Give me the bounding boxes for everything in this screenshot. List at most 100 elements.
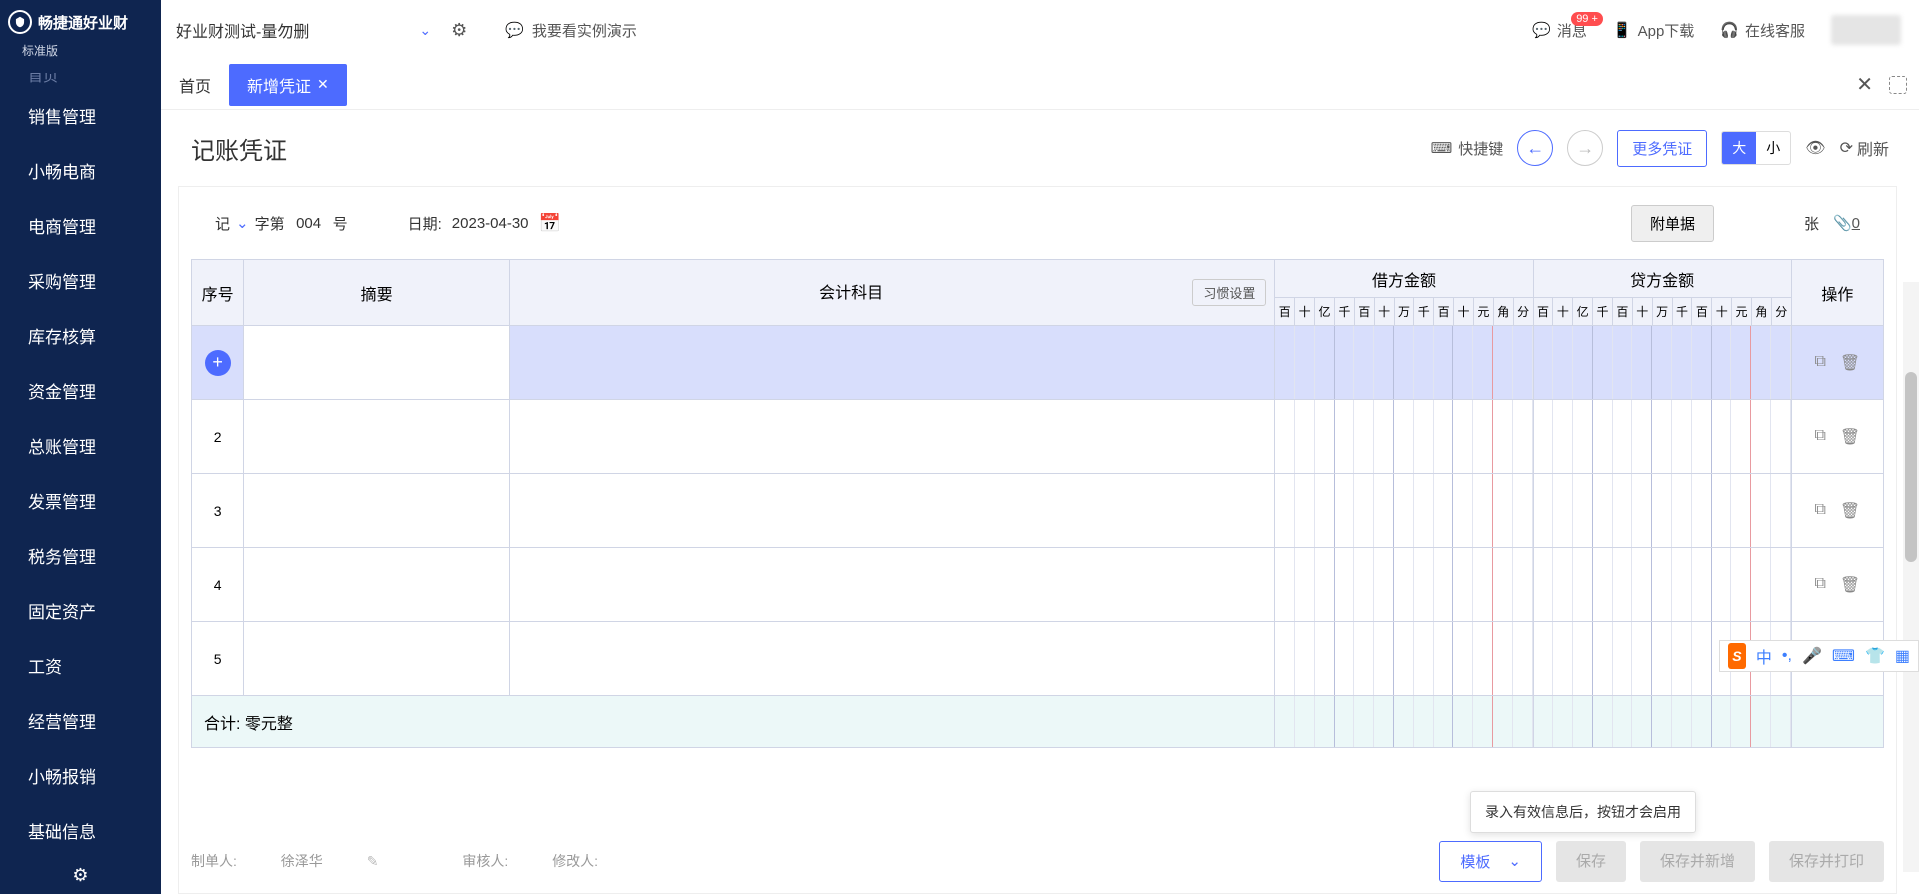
sidebar: 畅捷通好业财 标准版 首页 销售管理 小畅电商 电商管理 采购管理 库存核算 资… [0, 0, 161, 894]
phone-icon: 📱 [1613, 21, 1632, 39]
add-row-icon[interactable]: + [205, 350, 231, 376]
nav-item-base[interactable]: 基础信息 [0, 803, 161, 858]
chat-icon: 💬 [1532, 21, 1551, 39]
sidebar-settings-icon[interactable]: ⚙ [0, 865, 161, 886]
chevron-down-icon: ⌄ [419, 22, 431, 39]
table-row[interactable]: + ⧉ 🗑 [192, 326, 1884, 400]
avatar[interactable] [1831, 15, 1901, 45]
ime-toolbar[interactable]: S 中 •, 🎤 ⌨ 👕 ▦ [1719, 640, 1919, 672]
tab-home[interactable]: 首页 [161, 64, 229, 106]
copy-icon[interactable]: ⧉ [1814, 427, 1825, 447]
tab-new-voucher[interactable]: 新增凭证 ✕ [229, 64, 347, 106]
size-large[interactable]: 大 [1722, 132, 1756, 164]
refresh-button[interactable]: ⟳ 刷新 [1840, 136, 1889, 160]
th-ops: 操作 [1791, 260, 1883, 326]
voucher-table: 序号 摘要 会计科目 习惯设置 借方金额 贷方金额 操作 百十亿千百十万千百十元… [191, 259, 1884, 748]
tenant-select[interactable]: 好业财测试-量勿删 ⌄ [176, 18, 431, 42]
delete-icon[interactable]: 🗑 [1840, 353, 1860, 373]
modifier: 修改人: [552, 853, 598, 869]
nav-item-funds[interactable]: 资金管理 [0, 363, 161, 418]
eye-icon[interactable]: 👁 [1805, 138, 1825, 158]
habit-button[interactable]: 习惯设置 [1192, 279, 1266, 306]
more-voucher-button[interactable]: 更多凭证 [1617, 130, 1707, 167]
calendar-icon[interactable]: 📅 [539, 213, 561, 234]
close-panel-icon[interactable]: ✕ [1856, 72, 1873, 97]
date-field[interactable]: 日期: 2023-04-30 📅 [408, 213, 561, 234]
ime-keyboard-icon[interactable]: ⌨ [1832, 646, 1855, 666]
nav-item-mgmt[interactable]: 经营管理 [0, 693, 161, 748]
shortcut-button[interactable]: ⌨ 快捷键 [1431, 138, 1504, 159]
content-panel: 记 ⌄ 字第 号 日期: 2023-04-30 📅 附单据 张 📎0 序号 摘要… [178, 186, 1897, 894]
ime-lang[interactable]: 中 [1756, 644, 1772, 668]
ime-skin-icon[interactable]: 👕 [1865, 646, 1885, 666]
delete-icon[interactable]: 🗑 [1840, 427, 1860, 447]
nav-item-purchase[interactable]: 采购管理 [0, 253, 161, 308]
size-small[interactable]: 小 [1756, 132, 1790, 164]
nav-item-ecom[interactable]: 电商管理 [0, 198, 161, 253]
copy-icon[interactable]: ⧉ [1814, 575, 1825, 595]
th-debit: 借方金额 [1275, 260, 1533, 298]
messages-button[interactable]: 💬 消息 99 + [1532, 20, 1587, 41]
copy-icon[interactable]: ⧉ [1814, 501, 1825, 521]
ime-mic-icon[interactable]: 🎤 [1802, 646, 1822, 666]
total-debit [1275, 696, 1533, 748]
voucher-number-input[interactable] [285, 215, 333, 232]
nav-item-tax[interactable]: 税务管理 [0, 528, 161, 583]
nav-item-inventory[interactable]: 库存核算 [0, 308, 161, 363]
settings-icon[interactable]: ⚙ [451, 20, 467, 41]
nav-item-clipped[interactable]: 首页 [0, 73, 161, 88]
table-row[interactable]: 5⧉🗑 [192, 622, 1884, 696]
th-idx: 序号 [192, 260, 244, 326]
chevron-down-icon[interactable]: ⌄ [236, 214, 249, 232]
tenant-name: 好业财测试-量勿删 [176, 18, 309, 42]
topbar-right: 💬 消息 99 + 📱 App下载 🎧 在线客服 [1532, 0, 1901, 60]
close-icon[interactable]: ✕ [317, 76, 329, 93]
delete-icon[interactable]: 🗑 [1840, 575, 1860, 595]
nav-item-gl[interactable]: 总账管理 [0, 418, 161, 473]
subject-cell[interactable] [509, 400, 1274, 474]
ime-grid-icon[interactable]: ▦ [1895, 646, 1910, 666]
refresh-icon: ⟳ [1840, 138, 1853, 158]
ime-punct-icon[interactable]: •, [1782, 647, 1792, 665]
summary-input[interactable] [250, 333, 503, 389]
th-subject: 会计科目 习惯设置 [509, 260, 1274, 326]
fullscreen-icon[interactable] [1889, 76, 1907, 94]
scroll-thumb[interactable] [1905, 372, 1917, 562]
attach-button[interactable]: 附单据 [1631, 205, 1714, 242]
v-type[interactable]: 记 [215, 213, 230, 234]
page-title: 记账凭证 [191, 131, 287, 166]
table-row[interactable]: 3⧉🗑 [192, 474, 1884, 548]
customer-service[interactable]: 🎧 在线客服 [1720, 20, 1805, 41]
nav-item-sales[interactable]: 销售管理 [0, 88, 161, 143]
table-row[interactable]: 4⧉🗑 [192, 548, 1884, 622]
subject-cell[interactable] [509, 474, 1274, 548]
table-row[interactable]: 2⧉🗑 [192, 400, 1884, 474]
clip-icon[interactable]: 📎0 [1833, 214, 1860, 232]
v-hao: 号 [333, 213, 348, 234]
nav-item-asset[interactable]: 固定资产 [0, 583, 161, 638]
subject-cell[interactable] [509, 548, 1274, 622]
save-print-button: 保存并打印 [1769, 841, 1884, 882]
brand-name: 畅捷通好业财 [38, 12, 128, 33]
edit-icon[interactable]: ✎ [367, 853, 379, 869]
tab-label: 新增凭证 [247, 73, 311, 97]
copy-icon[interactable]: ⧉ [1814, 353, 1825, 373]
nav-item-salary[interactable]: 工资 [0, 638, 161, 693]
ime-logo-icon: S [1728, 643, 1746, 669]
tab-bar: 首页 新增凭证 ✕ ✕ [161, 60, 1919, 110]
shortcut-label: 快捷键 [1458, 138, 1503, 159]
badge-count: 99 + [1571, 12, 1603, 26]
nav-item-invoice[interactable]: 发票管理 [0, 473, 161, 528]
subject-cell[interactable] [509, 622, 1274, 696]
nav-item-xcds[interactable]: 小畅电商 [0, 143, 161, 198]
nav-item-expense[interactable]: 小畅报销 [0, 748, 161, 803]
template-button[interactable]: 模板 ⌄ [1439, 841, 1542, 882]
prev-button[interactable]: ← [1517, 130, 1553, 166]
delete-icon[interactable]: 🗑 [1840, 501, 1860, 521]
app-download[interactable]: 📱 App下载 [1613, 20, 1694, 41]
subject-cell[interactable] [509, 326, 1274, 400]
next-button[interactable]: → [1567, 130, 1603, 166]
scrollbar[interactable] [1903, 282, 1919, 872]
date-label: 日期: [408, 213, 442, 234]
demo-link[interactable]: 💬 我要看实例演示 [505, 20, 637, 41]
